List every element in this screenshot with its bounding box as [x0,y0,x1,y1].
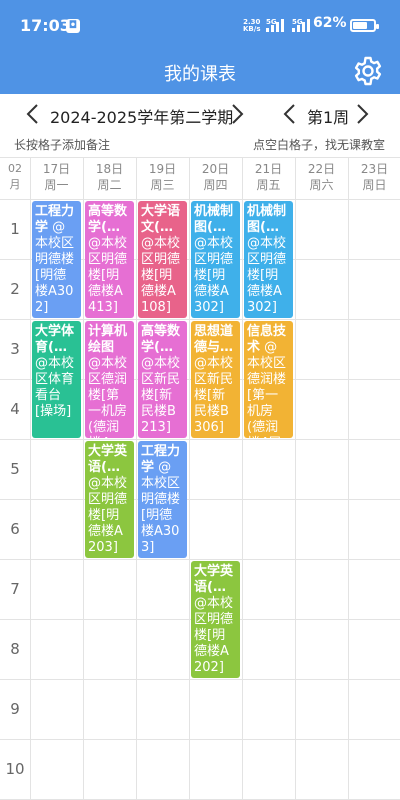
course-card[interactable]: 工程力学 @本校区明德楼[明德楼A303] [138,441,187,558]
course-location: @本校区新民楼[新民楼B213] [141,356,181,435]
course-card[interactable]: 高等数学(… @本校区明德楼[明德楼A413] [85,201,134,318]
course-title: 大学语文(… [141,204,181,235]
course-title: 高等数学(… [88,204,128,235]
grid-col-line [295,157,296,800]
course-card[interactable]: 大学英语(… @本校区明德楼[明德楼A203] [85,441,134,558]
day-date: 20日 [201,162,230,176]
grid-col-line [242,157,243,800]
course-title: 大学英语(… [88,444,128,475]
day-date: 18日 [95,162,124,176]
period-label: 7 [10,580,20,598]
signal-icon-2: 5G [292,18,314,32]
course-title: 大学体育(… [35,324,75,355]
semester-label[interactable]: 2024-2025学年第二学期 [50,104,233,128]
course-location: @本校区新民楼[新民楼B306] [194,356,234,435]
course-location: @本校区明德楼[明德楼A108] [141,236,181,315]
course-location: @本校区明德楼[明德楼A203] [88,476,128,555]
month-label: 02 月 [8,162,22,191]
course-location: @本校区明德楼[明德楼A202] [194,596,234,675]
day-weekday: 周日 [362,178,387,192]
period-label: 3 [10,340,20,358]
day-weekday: 周四 [203,178,228,192]
course-card[interactable]: 工程力学 @本校区明德楼[明德楼A302] [32,201,81,318]
period-label: 8 [10,640,20,658]
notification-icon: ◘ [66,19,80,33]
day-weekday: 周二 [97,178,122,192]
prev-week-icon[interactable] [279,102,301,126]
course-title: 大学英语(… [194,564,234,595]
network-speed: 2.30 KB/s [243,18,261,33]
course-card[interactable]: 高等数学(… @本校区新民楼[新民楼B213] [138,321,187,438]
course-title: 高等数学(… [141,324,181,355]
day-header: 17日周一 [30,157,83,199]
timetable-grid: 02 月 17日 周一 18日 周二 19日 周三 20日 周四 21日 周五 22日 周六 23日 周日… [0,157,400,800]
day-header: 22日周六 [295,157,348,199]
day-weekday: 周三 [150,178,175,192]
day-weekday: 周五 [256,178,281,192]
course-location: @本校区明德楼[明德楼A302] [194,236,234,315]
day-date: 19日 [148,162,177,176]
grid-row-line [0,199,400,200]
week-label[interactable]: 第1周 [307,104,349,128]
grid-row-line [0,499,400,500]
course-card[interactable]: 机械制图(… @本校区明德楼[明德楼A302] [244,201,293,318]
prev-semester-icon[interactable] [22,102,44,126]
day-date: 17日 [42,162,71,176]
course-card[interactable]: 思想道德与… @本校区新民楼[新民楼B306] [191,321,240,438]
course-location: @本校区明德楼[明德楼A302] [247,236,287,315]
grid-row-line [0,739,400,740]
status-bar: 17:03 ◘ 2.30 KB/s 5G 5G 62% [0,0,400,52]
course-location: @本校区体育看台[操场] [35,356,75,419]
day-weekday: 周一 [44,178,69,192]
course-location: @本校区德润楼[第一机房(德润楼4层… [88,356,128,438]
course-title: 机械制图(… [247,204,287,235]
grid-row-line [0,439,400,440]
course-card[interactable]: 大学体育(… @本校区体育看台[操场] [32,321,81,438]
hint-find-room: 点空白格子，找无课教室 [252,138,385,152]
day-date: 23日 [360,162,389,176]
grid-col-line [189,157,190,800]
day-header: 18日周二 [83,157,136,199]
grid-col-line [136,157,137,800]
course-location: @本校区明德楼[明德楼A413] [88,236,128,315]
grid-col-line [83,157,84,800]
grid-row-line [0,559,400,560]
gear-icon[interactable] [352,55,384,87]
day-date: 22日 [307,162,336,176]
page-title: 我的课表 [164,64,236,85]
grid-col-line [348,157,349,800]
course-card[interactable]: 大学语文(… @本校区明德楼[明德楼A108] [138,201,187,318]
day-header: 23日周日 [348,157,400,199]
course-card[interactable]: 计算机绘图 @本校区德润楼[第一机房(德润楼4层… [85,321,134,438]
battery-percent: 62% [313,15,347,31]
next-week-icon[interactable] [351,102,373,126]
course-title: 计算机绘图 [88,324,128,355]
battery-icon [350,19,379,32]
course-card[interactable]: 机械制图(… @本校区明德楼[明德楼A302] [191,201,240,318]
grid-col-line [30,157,31,800]
day-weekday: 周六 [309,178,334,192]
period-label: 9 [10,700,20,718]
signal-icon: 5G [266,18,288,32]
app-header: 17:03 ◘ 2.30 KB/s 5G 5G 62% 我的课表 [0,0,400,94]
day-header: 21日周五 [242,157,295,199]
day-header: 19日周三 [136,157,189,199]
grid-row-line [0,679,400,680]
hint-add-note: 长按格子添加备注 [14,138,111,152]
period-label: 10 [5,760,25,778]
period-label: 2 [10,280,20,298]
day-date: 21日 [254,162,283,176]
status-time: 17:03 [20,16,71,35]
period-label: 6 [10,520,20,538]
period-label: 1 [10,220,20,238]
grid-row-line [0,319,400,320]
course-title: 机械制图(… [194,204,234,235]
course-title: 思想道德与… [194,324,234,355]
day-header: 20日周四 [189,157,242,199]
course-card[interactable]: 大学英语(… @本校区明德楼[明德楼A202] [191,561,240,678]
period-label: 4 [10,400,20,418]
course-card[interactable]: 信息技术 @本校区德润楼[第一机房(德润楼4层东)] [244,321,293,438]
period-label: 5 [10,460,20,478]
